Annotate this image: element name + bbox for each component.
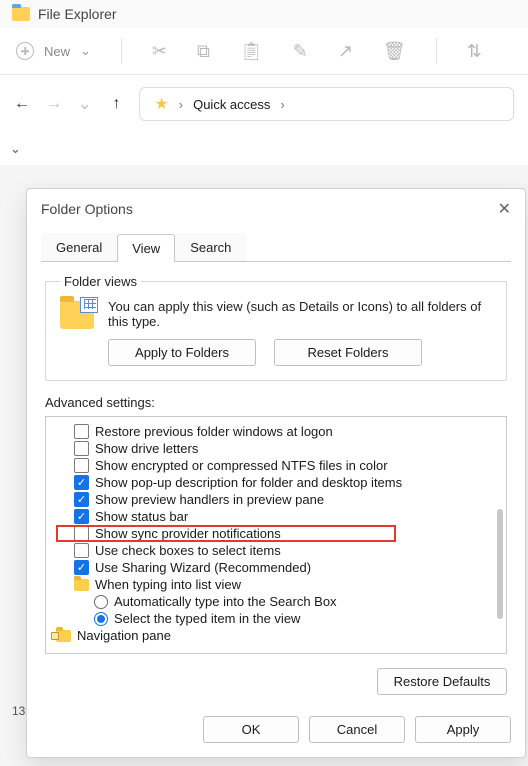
dialog-body: Folder views You can apply this view (su… xyxy=(27,262,525,706)
setting-label: Show encrypted or compressed NTFS files … xyxy=(95,458,388,473)
checkbox-icon[interactable] xyxy=(74,424,89,439)
advanced-settings-label: Advanced settings: xyxy=(45,395,507,410)
separator xyxy=(436,38,437,64)
checkbox-icon[interactable] xyxy=(74,509,89,524)
breadcrumb[interactable]: ★ › Quick access › xyxy=(139,87,514,121)
radio-icon[interactable] xyxy=(94,612,108,626)
setting-use-sharing-wizard[interactable]: Use Sharing Wizard (Recommended) xyxy=(56,559,496,576)
explorer-titlebar: File Explorer xyxy=(0,0,528,28)
setting-label: Restore previous folder windows at logon xyxy=(95,424,333,439)
checkbox-icon[interactable] xyxy=(74,526,89,541)
apply-button[interactable]: Apply xyxy=(415,716,511,743)
dialog-titlebar: Folder Options ✕ xyxy=(27,189,525,223)
checkbox-icon[interactable] xyxy=(74,441,89,456)
plus-icon xyxy=(16,42,34,60)
setting-label: Show pop-up description for folder and d… xyxy=(95,475,402,490)
cut-icon[interactable]: ✂ xyxy=(152,41,167,62)
checkbox-icon[interactable] xyxy=(74,458,89,473)
folder-views-group: Folder views You can apply this view (su… xyxy=(45,274,507,381)
paste-icon[interactable]: 📋︎ xyxy=(240,41,263,62)
copy-icon[interactable]: ⧉ xyxy=(197,41,210,62)
chevron-down-icon: ⌄ xyxy=(80,43,91,59)
rename-icon[interactable]: ✎ xyxy=(293,41,308,62)
apply-to-folders-button[interactable]: Apply to Folders xyxy=(108,339,256,366)
breadcrumb-location: Quick access xyxy=(193,97,270,112)
checkbox-icon[interactable] xyxy=(74,543,89,558)
advanced-settings-list[interactable]: Restore previous folder windows at logon… xyxy=(45,416,507,654)
app-title: File Explorer xyxy=(38,6,117,22)
setting-label: Navigation pane xyxy=(77,628,171,643)
dialog-tabs: General View Search xyxy=(41,233,511,261)
explorer-subbar: ⌄ xyxy=(0,133,528,165)
setting-label: When typing into list view xyxy=(95,577,241,592)
checkbox-icon[interactable] xyxy=(74,475,89,490)
setting-show-encrypted-color[interactable]: Show encrypted or compressed NTFS files … xyxy=(56,457,496,474)
setting-show-status-bar[interactable]: Show status bar xyxy=(56,508,496,525)
sort-icon[interactable]: ⇅ xyxy=(467,41,482,62)
explorer-toolbar: New ⌄ ✂ ⧉ 📋︎ ✎ ↗ 🗑︎ ⇅ xyxy=(0,28,528,75)
setting-show-drive-letters[interactable]: Show drive letters xyxy=(56,440,496,457)
setting-label: Show status bar xyxy=(95,509,188,524)
setting-show-popup-description[interactable]: Show pop-up description for folder and d… xyxy=(56,474,496,491)
new-button[interactable]: New ⌄ xyxy=(16,42,91,60)
new-label: New xyxy=(44,44,70,59)
setting-label: Select the typed item in the view xyxy=(114,611,300,626)
setting-group-typing[interactable]: When typing into list view xyxy=(56,576,496,593)
dialog-title: Folder Options xyxy=(41,201,133,217)
chevron-right-icon: › xyxy=(280,97,284,112)
chevron-right-icon: › xyxy=(179,97,183,112)
recent-chevron-icon[interactable]: ⌄ xyxy=(78,94,91,114)
folder-views-description: You can apply this view (such as Details… xyxy=(108,299,492,329)
setting-group-navigation-pane[interactable]: Navigation pane xyxy=(56,627,496,644)
scrollbar[interactable] xyxy=(497,509,503,619)
back-icon[interactable]: ← xyxy=(14,95,30,113)
radio-icon[interactable] xyxy=(94,595,108,609)
separator xyxy=(121,38,122,64)
star-icon: ★ xyxy=(154,94,168,114)
setting-show-sync-provider-notifications[interactable]: Show sync provider notifications xyxy=(56,525,396,542)
delete-icon[interactable]: 🗑︎ xyxy=(383,41,406,62)
folder-icon xyxy=(12,7,30,21)
setting-label: Automatically type into the Search Box xyxy=(114,594,337,609)
tab-view[interactable]: View xyxy=(117,234,175,262)
setting-restore-previous[interactable]: Restore previous folder windows at logon xyxy=(56,423,496,440)
setting-label: Show sync provider notifications xyxy=(95,526,281,541)
close-icon[interactable]: ✕ xyxy=(498,199,511,219)
folder-views-legend: Folder views xyxy=(60,274,141,289)
setting-label: Show drive letters xyxy=(95,441,198,456)
folder-icon xyxy=(56,630,71,642)
forward-icon[interactable]: → xyxy=(46,95,62,113)
chevron-down-icon[interactable]: ⌄ xyxy=(10,141,21,157)
reset-folders-button[interactable]: Reset Folders xyxy=(274,339,422,366)
checkbox-icon[interactable] xyxy=(74,492,89,507)
setting-use-check-boxes[interactable]: Use check boxes to select items xyxy=(56,542,496,559)
share-icon[interactable]: ↗ xyxy=(338,41,353,62)
cancel-button[interactable]: Cancel xyxy=(309,716,405,743)
ok-button[interactable]: OK xyxy=(203,716,299,743)
checkbox-icon[interactable] xyxy=(74,560,89,575)
folder-views-icon xyxy=(60,301,94,329)
item-count-partial: 13 xyxy=(12,704,25,718)
folder-options-dialog: Folder Options ✕ General View Search Fol… xyxy=(26,188,526,758)
up-icon[interactable]: → xyxy=(107,95,123,113)
setting-typing-select-item[interactable]: Select the typed item in the view xyxy=(56,610,496,627)
setting-typing-auto-search[interactable]: Automatically type into the Search Box xyxy=(56,593,496,610)
restore-defaults-button[interactable]: Restore Defaults xyxy=(377,668,507,695)
setting-label: Use check boxes to select items xyxy=(95,543,281,558)
setting-label: Show preview handlers in preview pane xyxy=(95,492,324,507)
setting-label: Use Sharing Wizard (Recommended) xyxy=(95,560,311,575)
explorer-navbar: ← → ⌄ → ★ › Quick access › xyxy=(0,75,528,133)
tab-search[interactable]: Search xyxy=(175,233,246,261)
folder-icon xyxy=(74,579,89,591)
tab-general[interactable]: General xyxy=(41,233,117,261)
dialog-footer: OK Cancel Apply xyxy=(27,706,525,757)
setting-show-preview-handlers[interactable]: Show preview handlers in preview pane xyxy=(56,491,496,508)
